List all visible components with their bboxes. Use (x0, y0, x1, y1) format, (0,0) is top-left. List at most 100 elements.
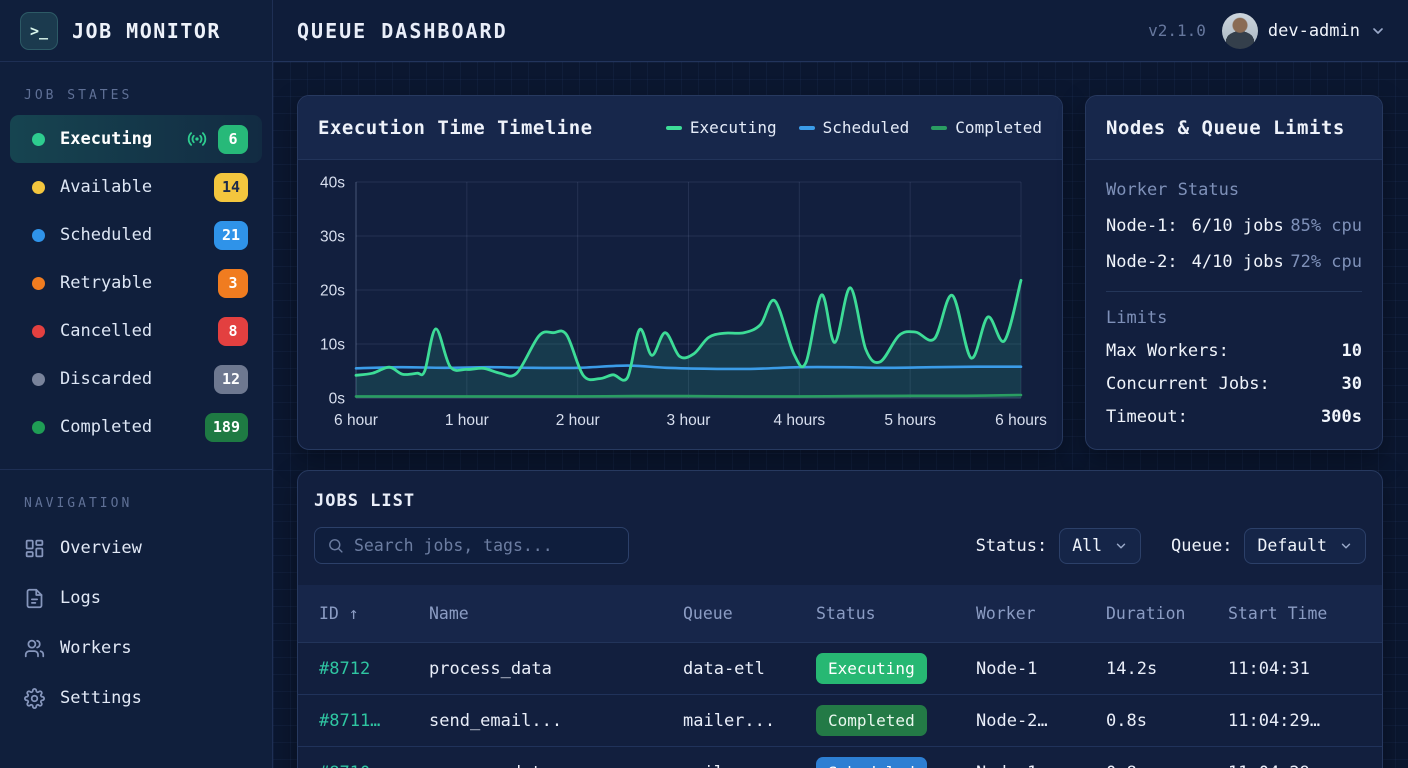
status-filter-select[interactable]: All (1059, 527, 1142, 564)
sidebar-item-overview[interactable]: Overview (0, 523, 272, 573)
limits-title: Limits (1106, 308, 1168, 328)
legend-item-scheduled[interactable]: Scheduled (798, 118, 909, 137)
version-label: v2.1.0 (1148, 21, 1206, 40)
job-name: process_data (429, 763, 683, 768)
chevron-down-icon (1341, 543, 1351, 548)
count-badge: 14 (213, 172, 248, 202)
legend-item-executing[interactable]: Executing (665, 118, 777, 137)
navigation-section-title: NAVIGATION (24, 496, 133, 511)
search-input[interactable] (354, 536, 616, 555)
sidebar-state-executing[interactable]: Executing 6 (10, 115, 262, 163)
jobs-table-header: ID ↑ Name Queue Status Worker Duration Start T… (298, 585, 1382, 643)
column-header-duration[interactable]: Duration (1106, 604, 1228, 623)
table-row[interactable]: #8711… send_email... mailer... Completed Nod… (298, 695, 1382, 747)
column-header-starttime[interactable]: Start Time (1228, 604, 1382, 623)
nodes-queue-limits-panel: Nodes & Queue Limits Worker Status Node-… (1085, 95, 1383, 450)
node-jobs: 6/10 jobs (1191, 216, 1284, 236)
node-cpu: 85% cpu (1290, 216, 1362, 236)
legend-item-completed[interactable]: Completed (931, 118, 1042, 137)
job-duration: 0.8s (1106, 763, 1228, 768)
jobs-search-box[interactable] (314, 527, 629, 564)
table-row[interactable]: #8710process_datamailerScheduled Node-10.… (298, 747, 1382, 768)
chevron-down-icon (1116, 543, 1126, 548)
status-dot (32, 372, 45, 386)
limit-label: Max Workers: (1106, 341, 1229, 361)
sidebar-state-discarded[interactable]: Discarded 12 (10, 355, 262, 403)
sidebar-item-settings[interactable]: Settings (0, 673, 272, 723)
status-dot (32, 228, 45, 242)
limit-row: Max Workers: 10 (1106, 341, 1362, 361)
job-duration: 0.8s (1106, 710, 1147, 731)
limits-rows: Max Workers: 10 Concurrent Jobs: 30 Timeout:… (1106, 341, 1362, 427)
state-label: Executing (60, 129, 153, 149)
svg-text:4 hours: 4 hours (773, 412, 825, 429)
status-badge: Completed (816, 705, 927, 736)
job-id-link[interactable]: #8710 (319, 763, 429, 768)
nodes-panel-header: Nodes & Queue Limits (1086, 96, 1382, 160)
job-states-section-title: JOB STATES (24, 88, 133, 103)
svg-text:20s: 20s (320, 283, 345, 300)
column-header-name[interactable]: Name (429, 604, 683, 623)
job-name: process_data (429, 658, 552, 679)
main-content: Execution Time Timeline Executing Schedul… (273, 62, 1408, 768)
jobs-list-title: JOBS LIST (314, 491, 416, 511)
svg-text:6 hours: 6 hours (995, 412, 1047, 429)
table-row[interactable]: #8712 process_data data-etl Executing Node-1… (298, 643, 1382, 695)
top-header: QUEUE DASHBOARD v2.1.0 dev-admin (273, 0, 1408, 62)
job-id-link[interactable]: #8712 (319, 659, 429, 679)
sidebar-state-completed[interactable]: Completed 189 (10, 403, 262, 451)
sidebar-item-logs[interactable]: Logs (0, 573, 272, 623)
job-start-time: 11:04:29… (1228, 710, 1321, 731)
count-badge: 3 (218, 268, 248, 298)
sidebar-state-retryable[interactable]: Retryable 3 (10, 259, 262, 307)
sidebar-divider (0, 469, 272, 470)
app-title: JOB MONITOR (72, 18, 221, 43)
page-title: QUEUE DASHBOARD (297, 18, 508, 43)
limit-value: 10 (1341, 341, 1362, 361)
column-header-id[interactable]: ID ↑ (319, 604, 429, 623)
chart-title: Execution Time Timeline (318, 116, 593, 139)
legend-swatch (931, 125, 948, 130)
timeline-chart: 0s 10s 20s 30s 40s 6 hour 1 hour 2 hour 3 hour 4 … (320, 175, 1047, 430)
count-badge: 21 (213, 220, 248, 250)
column-header-worker[interactable]: Worker (976, 604, 1106, 623)
jobs-list-panel: JOBS LIST Status: All Queue: Default (297, 470, 1383, 768)
live-activity-icon (186, 128, 208, 150)
worker-status-title: Worker Status (1106, 180, 1240, 200)
job-start-time: 11:04:31 (1228, 658, 1310, 679)
user-menu[interactable]: dev-admin (1221, 12, 1386, 49)
nav-label: Workers (60, 638, 132, 658)
limit-label: Timeout: (1106, 407, 1188, 427)
sidebar-item-workers[interactable]: Workers (0, 623, 272, 673)
job-queue: mailer (683, 763, 816, 768)
app-logo-row: >_ JOB MONITOR (0, 0, 272, 62)
column-header-queue[interactable]: Queue (683, 604, 816, 623)
status-badge: Executing (816, 653, 927, 684)
sidebar-state-available[interactable]: Available 14 (10, 163, 262, 211)
sidebar-state-cancelled[interactable]: Cancelled 8 (10, 307, 262, 355)
job-queue: data-etl (683, 658, 765, 679)
count-badge: 12 (213, 364, 248, 394)
worker-status-row: Node-2: 4/10 jobs 72% cpu (1106, 252, 1362, 272)
job-id-link[interactable]: #8711… (319, 711, 429, 731)
terminal-glyph: >_ (29, 21, 49, 40)
svg-text:40s: 40s (320, 175, 345, 192)
status-dot (32, 276, 45, 290)
queue-filter-select[interactable]: Default (1244, 527, 1366, 564)
svg-text:10s: 10s (320, 337, 345, 354)
state-label: Retryable (60, 273, 153, 293)
search-icon (329, 539, 343, 553)
sidebar-state-scheduled[interactable]: Scheduled 21 (10, 211, 262, 259)
jobs-table-body: #8712 process_data data-etl Executing Node-1… (298, 643, 1382, 768)
count-badge: 8 (218, 316, 248, 346)
node-jobs: 4/10 jobs (1191, 252, 1284, 272)
chart-panel-header: Execution Time Timeline Executing Schedul… (298, 96, 1062, 160)
legend-swatch (798, 125, 815, 130)
terminal-icon: >_ (20, 11, 58, 50)
status-dot (32, 420, 45, 434)
job-states-list: Executing 6 Available 14 Scheduled 21 Retryabl… (0, 115, 272, 451)
column-header-status[interactable]: Status (816, 604, 976, 623)
chart-legend: Executing Scheduled Completed (665, 118, 1042, 137)
queue-filter-label: Queue: (1171, 535, 1233, 556)
state-label: Completed (60, 417, 153, 437)
